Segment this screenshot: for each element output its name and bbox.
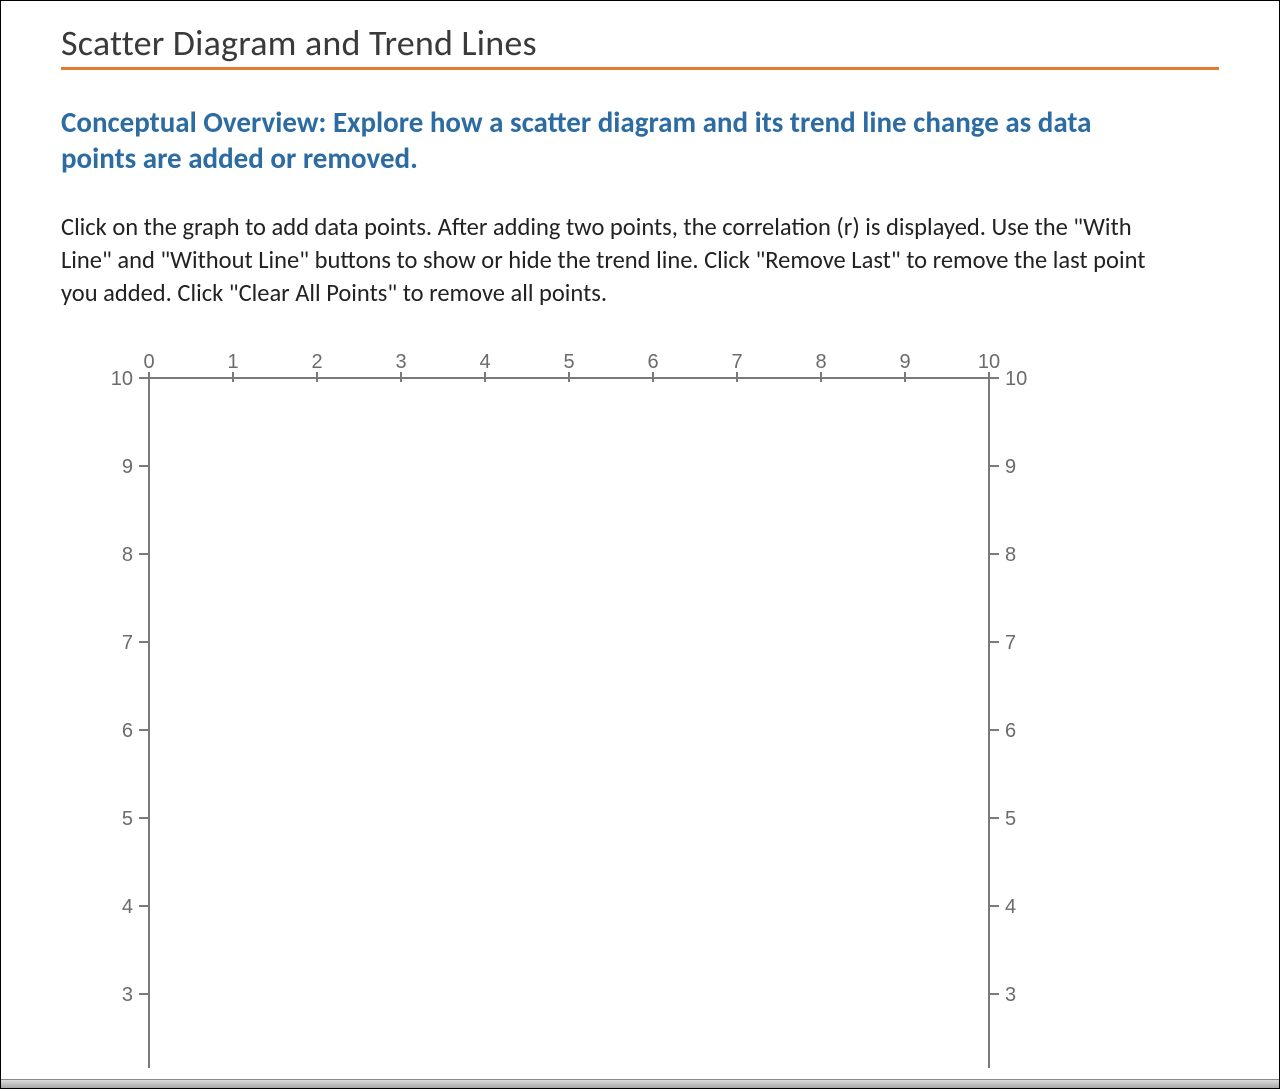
y-tick-label-left: 10	[111, 368, 133, 390]
x-tick-label: 5	[563, 351, 574, 373]
y-tick-label-left: 4	[122, 896, 133, 918]
bottom-scrollbar-fragment	[1, 1079, 1279, 1088]
scatter-chart-svg: 0 1 2 3 4 5 6 7 8 9 10	[89, 348, 1089, 1068]
x-tick-label: 7	[731, 351, 742, 373]
page: Scatter Diagram and Trend Lines Conceptu…	[0, 0, 1280, 1089]
y-tick-label-right: 10	[1005, 368, 1027, 390]
y-tick-label-left: 8	[122, 544, 133, 566]
page-title: Scatter Diagram and Trend Lines	[61, 21, 1219, 70]
y-tick-label-left: 7	[122, 632, 133, 654]
y-tick-label-right: 9	[1005, 456, 1016, 478]
x-tick-label: 3	[395, 351, 406, 373]
scatter-chart: 0 1 2 3 4 5 6 7 8 9 10	[89, 348, 1219, 1068]
x-tick-label: 0	[143, 351, 154, 373]
instructions-text: Click on the graph to add data points. A…	[61, 211, 1181, 310]
x-tick-label: 10	[978, 351, 1000, 373]
y-tick-label-right: 7	[1005, 632, 1016, 654]
y-tick-label-right: 3	[1005, 984, 1016, 1006]
y-tick-label-right: 4	[1005, 896, 1016, 918]
y-tick-label-left: 9	[122, 456, 133, 478]
scatter-plot-area[interactable]	[149, 378, 989, 1068]
x-tick-label: 2	[311, 351, 322, 373]
y-tick-label-left: 5	[122, 808, 133, 830]
y-tick-label-right: 6	[1005, 720, 1016, 742]
y-tick-label-right: 5	[1005, 808, 1016, 830]
conceptual-overview-heading: Conceptual Overview: Explore how a scatt…	[61, 104, 1161, 177]
x-tick-label: 9	[899, 351, 910, 373]
x-tick-label: 1	[227, 351, 238, 373]
x-tick-label: 4	[479, 351, 490, 373]
y-tick-label-right: 8	[1005, 544, 1016, 566]
y-tick-label-left: 3	[122, 984, 133, 1006]
y-tick-label-left: 6	[122, 720, 133, 742]
x-tick-label: 8	[815, 351, 826, 373]
x-tick-label: 6	[647, 351, 658, 373]
